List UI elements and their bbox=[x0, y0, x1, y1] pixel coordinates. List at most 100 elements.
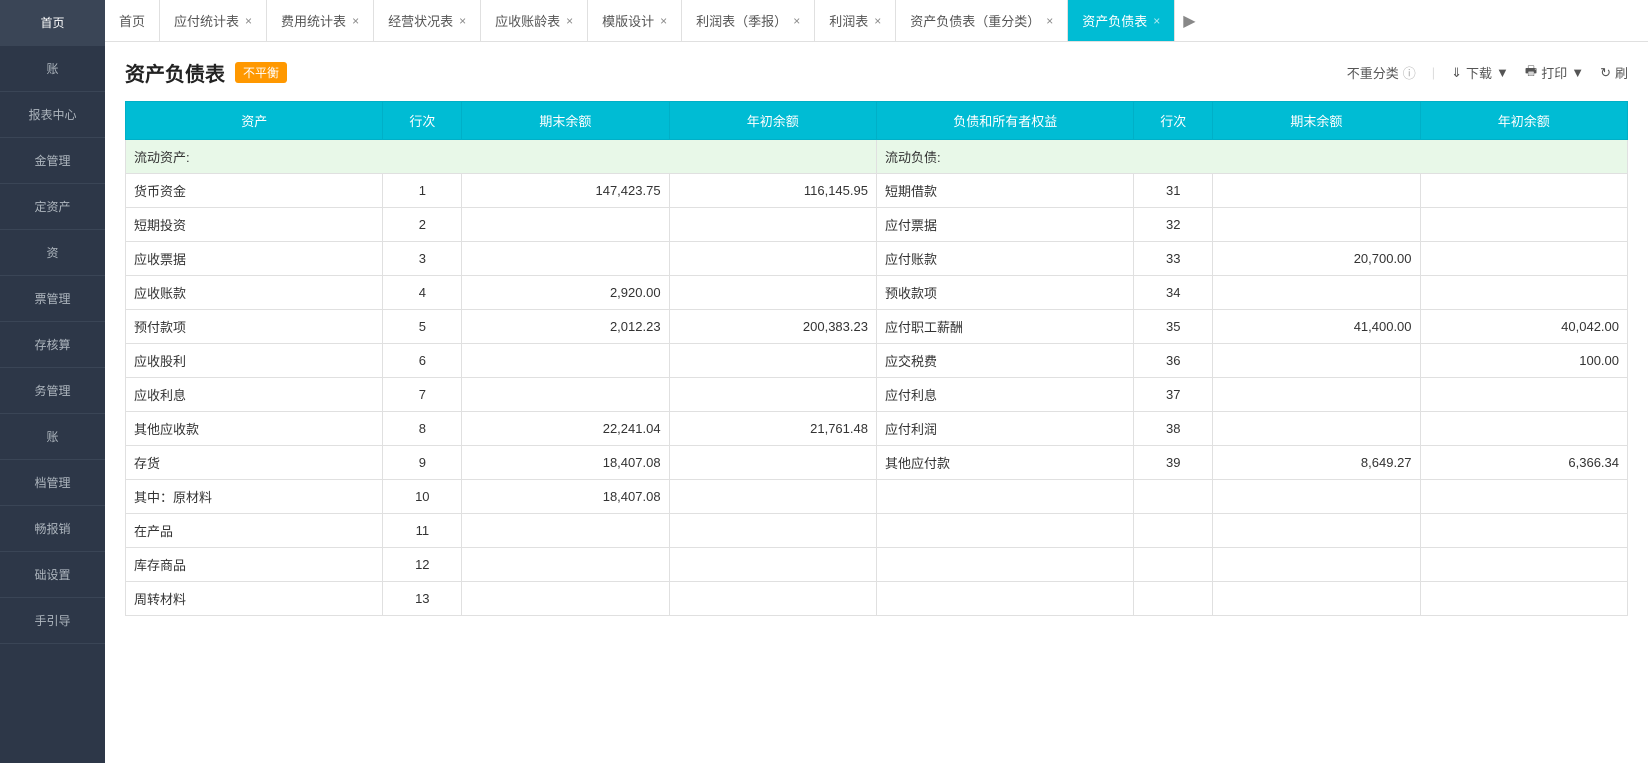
sidebar-item-ticket[interactable]: 票管理 bbox=[0, 276, 105, 322]
download-chevron-icon: ▼ bbox=[1496, 65, 1509, 80]
table-row: 应收票据 3 应付账款 33 20,700.00 bbox=[126, 242, 1628, 276]
tab-home[interactable]: 首页 bbox=[105, 0, 160, 42]
sidebar-item-account[interactable]: 账 bbox=[0, 46, 105, 92]
sidebar-item-inventory[interactable]: 存核算 bbox=[0, 322, 105, 368]
liability-year-start bbox=[1420, 582, 1627, 616]
sidebar-item-investment[interactable]: 资 bbox=[0, 230, 105, 276]
table-row: 周转材料 13 bbox=[126, 582, 1628, 616]
year-start-amount bbox=[669, 548, 876, 582]
tab-receivable-age[interactable]: 应收账龄表 × bbox=[481, 0, 588, 42]
close-tab-template-design[interactable]: × bbox=[660, 14, 667, 28]
liability-row-number: 38 bbox=[1134, 412, 1213, 446]
asset-label: 存货 bbox=[126, 446, 383, 480]
sidebar-item-tax[interactable]: 务管理 bbox=[0, 368, 105, 414]
asset-label: 预付款项 bbox=[126, 310, 383, 344]
table-row: 其他应收款 8 22,241.04 21,761.48 应付利润 38 bbox=[126, 412, 1628, 446]
sidebar-item-ledger[interactable]: 账 bbox=[0, 414, 105, 460]
period-end-amount: 2,920.00 bbox=[462, 276, 669, 310]
year-start-amount bbox=[669, 344, 876, 378]
tab-scroll-arrow[interactable]: ▶ bbox=[1175, 11, 1203, 31]
period-end-amount bbox=[462, 548, 669, 582]
close-tab-profit[interactable]: × bbox=[874, 14, 881, 28]
print-icon: 🖶 bbox=[1525, 62, 1537, 84]
asset-label: 周转材料 bbox=[126, 582, 383, 616]
liability-year-start: 6,366.34 bbox=[1420, 446, 1627, 480]
tab-profit[interactable]: 利润表 × bbox=[815, 0, 896, 42]
page-title-area: 资产负债表 不平衡 bbox=[125, 58, 287, 87]
row-number: 13 bbox=[383, 582, 462, 616]
sidebar-item-fixed-assets[interactable]: 定资产 bbox=[0, 184, 105, 230]
liability-year-start bbox=[1420, 174, 1627, 208]
tab-payable-stats[interactable]: 应付统计表 × bbox=[160, 0, 267, 42]
table-row: 在产品 11 bbox=[126, 514, 1628, 548]
tab-template-design[interactable]: 模版设计 × bbox=[588, 0, 682, 42]
sidebar-item-guide[interactable]: 手引导 bbox=[0, 598, 105, 644]
period-end-amount: 18,407.08 bbox=[462, 480, 669, 514]
row-number: 2 bbox=[383, 208, 462, 242]
tab-balance-reclassify[interactable]: 资产负债表（重分类） × bbox=[896, 0, 1068, 42]
print-chevron-icon: ▼ bbox=[1571, 65, 1584, 80]
row-number: 1 bbox=[383, 174, 462, 208]
liability-period-end: 20,700.00 bbox=[1213, 242, 1420, 276]
liability-label: 其他应付款 bbox=[876, 446, 1133, 480]
asset-label: 应收利息 bbox=[126, 378, 383, 412]
liability-label: 预收款项 bbox=[876, 276, 1133, 310]
asset-label: 应收票据 bbox=[126, 242, 383, 276]
close-tab-profit-quarterly[interactable]: × bbox=[793, 14, 800, 28]
liability-label: 应交税费 bbox=[876, 344, 1133, 378]
liability-period-end bbox=[1213, 378, 1420, 412]
liability-row-number: 31 bbox=[1134, 174, 1213, 208]
year-start-amount: 21,761.48 bbox=[669, 412, 876, 446]
no-reclassify-button[interactable]: 不重分类 ⓘ bbox=[1347, 63, 1416, 82]
liability-year-start bbox=[1420, 412, 1627, 446]
liability-label: 短期借款 bbox=[876, 174, 1133, 208]
close-tab-balance[interactable]: × bbox=[1153, 14, 1160, 28]
sidebar-item-report-center[interactable]: 报表中心 bbox=[0, 92, 105, 138]
asset-label: 应收股利 bbox=[126, 344, 383, 378]
year-start-amount bbox=[669, 378, 876, 412]
unbalanced-badge: 不平衡 bbox=[235, 62, 287, 83]
download-button[interactable]: ⇓ 下载 ▼ bbox=[1451, 63, 1509, 82]
print-button[interactable]: 🖶 打印 ▼ bbox=[1525, 62, 1584, 84]
liability-year-start bbox=[1420, 208, 1627, 242]
sidebar-item-home[interactable]: 首页 bbox=[0, 0, 105, 46]
close-tab-balance-reclassify[interactable]: × bbox=[1046, 14, 1053, 28]
page-title: 资产负债表 bbox=[125, 58, 225, 87]
table-section-row: 流动资产: 流动负债: bbox=[126, 140, 1628, 174]
liability-label bbox=[876, 548, 1133, 582]
report-table: 资产 行次 期末余额 年初余额 负债和所有者权益 行次 期末余额 年初余额 流动… bbox=[125, 101, 1628, 616]
liability-period-end bbox=[1213, 208, 1420, 242]
refresh-button[interactable]: ↻ 刷 bbox=[1600, 63, 1628, 82]
asset-label: 短期投资 bbox=[126, 208, 383, 242]
section-liability-label: 流动负债: bbox=[876, 140, 1627, 174]
sidebar-item-expense[interactable]: 畅报销 bbox=[0, 506, 105, 552]
liability-label bbox=[876, 480, 1133, 514]
liability-label: 应付账款 bbox=[876, 242, 1133, 276]
close-tab-expense-stats[interactable]: × bbox=[352, 14, 359, 28]
liability-period-end bbox=[1213, 276, 1420, 310]
liability-period-end bbox=[1213, 480, 1420, 514]
tab-expense-stats[interactable]: 费用统计表 × bbox=[267, 0, 374, 42]
asset-label: 其中：原材料 bbox=[126, 480, 383, 514]
row-number: 10 bbox=[383, 480, 462, 514]
close-tab-operation[interactable]: × bbox=[459, 14, 466, 28]
row-number: 8 bbox=[383, 412, 462, 446]
period-end-amount bbox=[462, 378, 669, 412]
tab-operation[interactable]: 经营状况表 × bbox=[374, 0, 481, 42]
sidebar-item-archive[interactable]: 档管理 bbox=[0, 460, 105, 506]
year-start-amount bbox=[669, 208, 876, 242]
period-end-amount: 2,012.23 bbox=[462, 310, 669, 344]
row-number: 4 bbox=[383, 276, 462, 310]
close-tab-payable-stats[interactable]: × bbox=[245, 14, 252, 28]
tab-profit-quarterly[interactable]: 利润表（季报） × bbox=[682, 0, 815, 42]
tab-balance[interactable]: 资产负债表 × bbox=[1068, 0, 1175, 42]
liability-label: 应付票据 bbox=[876, 208, 1133, 242]
sidebar-item-settings[interactable]: 础设置 bbox=[0, 552, 105, 598]
asset-label: 库存商品 bbox=[126, 548, 383, 582]
liability-year-start bbox=[1420, 242, 1627, 276]
sidebar-item-fund[interactable]: 金管理 bbox=[0, 138, 105, 184]
year-start-amount bbox=[669, 582, 876, 616]
page-header: 资产负债表 不平衡 不重分类 ⓘ | ⇓ 下载 ▼ 🖶 打印 ▼ bbox=[125, 58, 1628, 87]
header-row-num: 行次 bbox=[383, 102, 462, 140]
close-tab-receivable-age[interactable]: × bbox=[566, 14, 573, 28]
